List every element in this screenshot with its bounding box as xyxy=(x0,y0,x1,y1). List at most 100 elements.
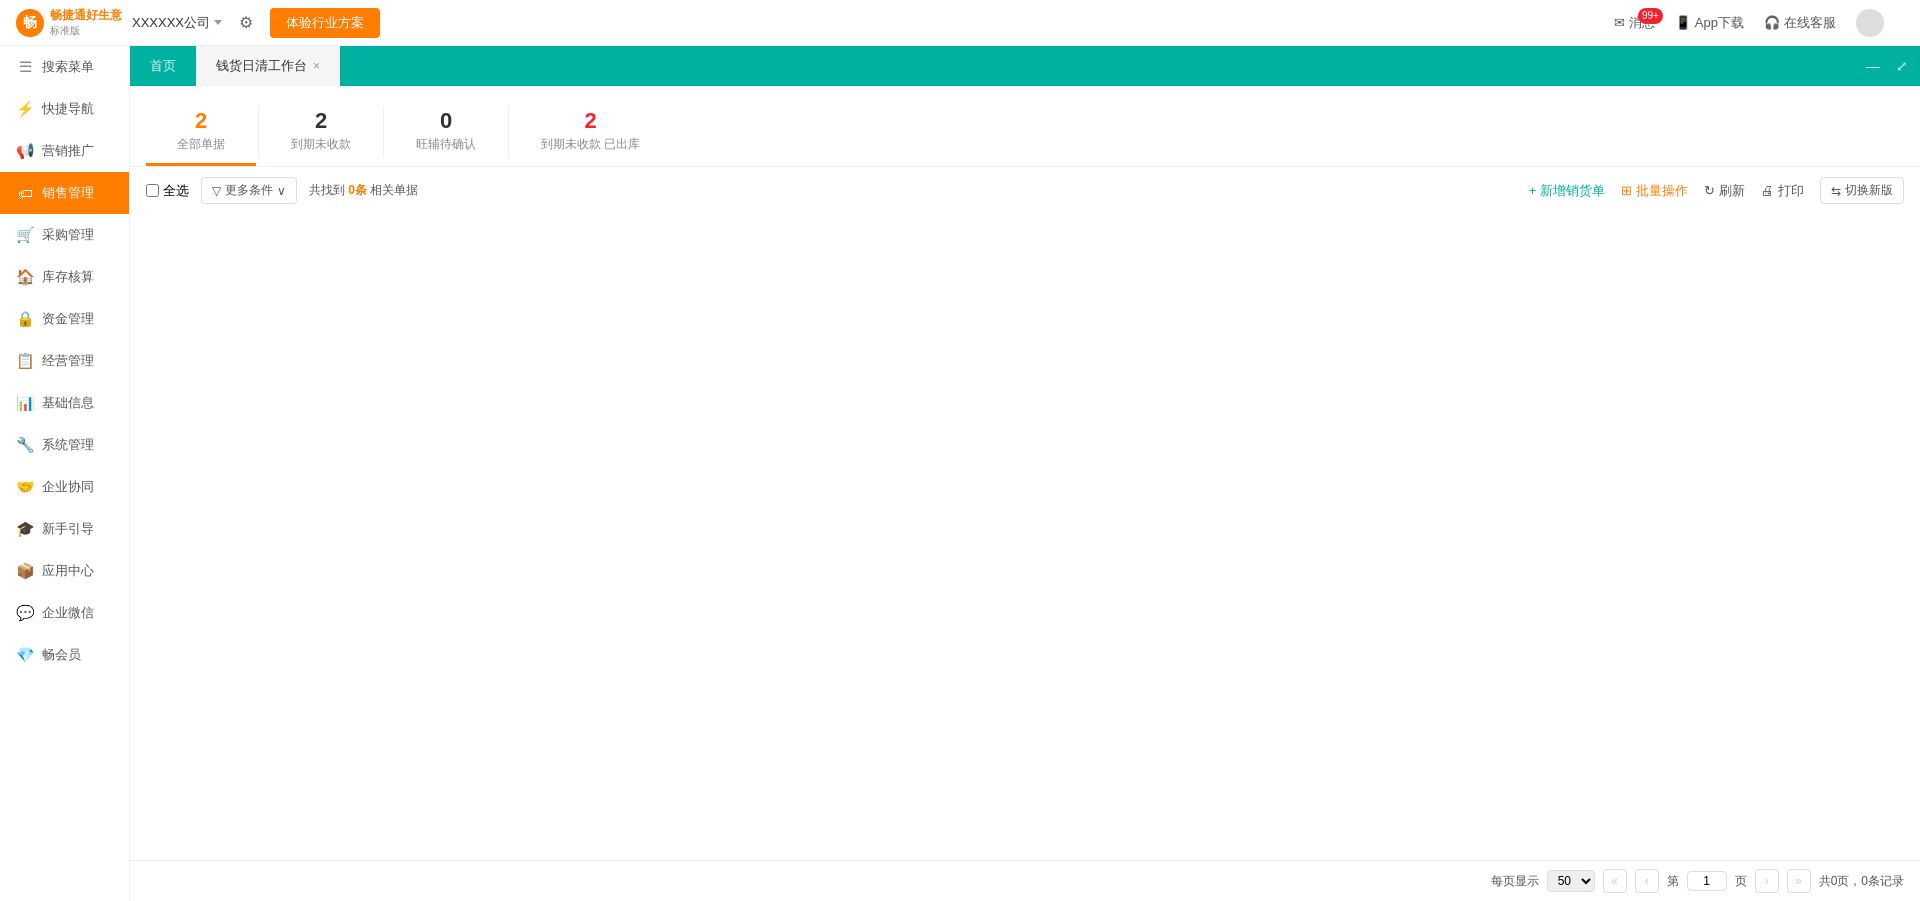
found-text: 共找到 0条 相关单据 xyxy=(309,182,418,199)
stat-divider-1 xyxy=(258,106,259,158)
sidebar-item-fund-mgmt[interactable]: 🔒 资金管理 xyxy=(0,298,129,340)
tab-close-icon[interactable]: × xyxy=(313,59,320,73)
sidebar-label-app-center: 应用中心 xyxy=(42,562,94,580)
stat-divider-2 xyxy=(383,106,384,158)
header-right: ✉ 消息 99+ 📱 App下载 🎧 在线客服 xyxy=(1614,9,1904,37)
stats-tabs: 2 全部单据 2 到期未收款 0 旺辅待确认 2 到期未收款 已出库 xyxy=(130,86,1920,166)
sidebar: ☰ 搜索菜单 ⚡ 快捷导航 📢 营销推广 🏷 销售管理 🛒 采购管理 🏠 库存核… xyxy=(0,46,130,901)
trial-button[interactable]: 体验行业方案 xyxy=(270,8,380,38)
batch-op-icon: ⊞ xyxy=(1621,183,1632,198)
chevron-down-icon xyxy=(214,20,222,25)
top-header: 畅 畅捷通好生意 标准版 XXXXXX公司 ⚙ 体验行业方案 ✉ 消息 99+ … xyxy=(0,0,1920,46)
sidebar-label-member: 畅会员 xyxy=(42,646,81,664)
page-label: 第 xyxy=(1667,873,1679,890)
download-icon: 📱 xyxy=(1675,15,1691,30)
sidebar-item-member[interactable]: 💎 畅会员 xyxy=(0,634,129,676)
tab-home[interactable]: 首页 xyxy=(130,46,196,86)
tab-minimize-button[interactable]: — xyxy=(1862,54,1884,78)
main-layout: ☰ 搜索菜单 ⚡ 快捷导航 📢 营销推广 🏷 销售管理 🛒 采购管理 🏠 库存核… xyxy=(0,46,1920,901)
marketing-icon: 📢 xyxy=(16,142,34,160)
refresh-label: 刷新 xyxy=(1719,182,1745,200)
member-icon: 💎 xyxy=(16,646,34,664)
print-label: 打印 xyxy=(1778,182,1804,200)
message-badge: 99+ xyxy=(1638,8,1663,24)
sidebar-label-quick-nav: 快捷导航 xyxy=(42,100,94,118)
stat-count-overdue-out: 2 xyxy=(585,108,597,134)
sidebar-item-beginner[interactable]: 🎓 新手引导 xyxy=(0,508,129,550)
sys-mgmt-icon: 🔧 xyxy=(16,436,34,454)
sidebar-item-inventory[interactable]: 🏠 库存核算 xyxy=(0,256,129,298)
sidebar-label-inventory: 库存核算 xyxy=(42,268,94,286)
sidebar-item-sys-mgmt[interactable]: 🔧 系统管理 xyxy=(0,424,129,466)
pagination: 每页显示 50 « ‹ 第 页 › » 共0页，0条记录 xyxy=(130,860,1920,901)
per-page-select[interactable]: 50 xyxy=(1547,870,1595,892)
sidebar-item-sales-mgmt[interactable]: 🏷 销售管理 xyxy=(0,172,129,214)
sidebar-item-purchase-mgmt[interactable]: 🛒 采购管理 xyxy=(0,214,129,256)
header-left: 畅 畅捷通好生意 标准版 XXXXXX公司 ⚙ 体验行业方案 xyxy=(16,7,380,38)
sidebar-item-search-menu[interactable]: ☰ 搜索菜单 xyxy=(0,46,129,88)
filter-chevron-icon: ∨ xyxy=(277,184,286,198)
sidebar-label-corp-collab: 企业协同 xyxy=(42,478,94,496)
quick-nav-icon: ⚡ xyxy=(16,100,34,118)
company-selector[interactable]: XXXXXX公司 xyxy=(132,14,222,32)
sidebar-item-corp-collab[interactable]: 🤝 企业协同 xyxy=(0,466,129,508)
logo-icon: 畅 xyxy=(16,9,44,37)
stat-divider-3 xyxy=(508,106,509,158)
select-all-checkbox[interactable]: 全选 xyxy=(146,182,189,200)
stat-count-wangpu: 0 xyxy=(440,108,452,134)
logo-subtitle: 标准版 xyxy=(50,24,122,38)
found-suffix: 相关单据 xyxy=(370,183,418,197)
found-prefix: 共找到 xyxy=(309,183,345,197)
new-btn-label: + 新增销货单 xyxy=(1529,182,1605,200)
stat-count-all: 2 xyxy=(195,108,207,134)
tab-workbench[interactable]: 钱货日清工作台 × xyxy=(196,46,340,86)
next-page-button[interactable]: › xyxy=(1755,869,1779,893)
sidebar-item-app-center[interactable]: 📦 应用中心 xyxy=(0,550,129,592)
company-name: XXXXXX公司 xyxy=(132,14,210,32)
app-center-icon: 📦 xyxy=(16,562,34,580)
service-icon: 🎧 xyxy=(1764,15,1780,30)
sidebar-label-sys-mgmt: 系统管理 xyxy=(42,436,94,454)
settings-button[interactable]: ⚙ xyxy=(232,9,260,37)
tab-expand-button[interactable]: ⤢ xyxy=(1892,54,1912,78)
stat-tab-overdue-out[interactable]: 2 到期未收款 已出库 xyxy=(511,98,670,166)
sidebar-label-search-menu: 搜索菜单 xyxy=(42,58,94,76)
print-button[interactable]: 🖨 打印 xyxy=(1761,182,1804,200)
gear-icon: ⚙ xyxy=(239,13,253,32)
stat-tab-wangpu[interactable]: 0 旺辅待确认 xyxy=(386,98,506,166)
sidebar-label-marketing: 营销推广 xyxy=(42,142,94,160)
sidebar-label-sales-mgmt: 销售管理 xyxy=(42,184,94,202)
sidebar-item-quick-nav[interactable]: ⚡ 快捷导航 xyxy=(0,88,129,130)
beginner-icon: 🎓 xyxy=(16,520,34,538)
online-service-button[interactable]: 🎧 在线客服 xyxy=(1764,14,1836,32)
stat-tab-overdue[interactable]: 2 到期未收款 xyxy=(261,98,381,166)
stat-label-wangpu: 旺辅待确认 xyxy=(416,136,476,153)
fund-mgmt-icon: 🔒 xyxy=(16,310,34,328)
online-service-label: 在线客服 xyxy=(1784,14,1836,32)
sidebar-item-basic-info[interactable]: 📊 基础信息 xyxy=(0,382,129,424)
select-all-input[interactable] xyxy=(146,184,159,197)
current-page-input[interactable] xyxy=(1687,871,1727,891)
stat-tab-all[interactable]: 2 全部单据 xyxy=(146,98,256,166)
switch-version-button[interactable]: ⇆ 切换新版 xyxy=(1820,177,1904,204)
filter-button[interactable]: ▽ 更多条件 ∨ xyxy=(201,177,297,204)
sidebar-item-marketing[interactable]: 📢 营销推广 xyxy=(0,130,129,172)
stat-label-all: 全部单据 xyxy=(177,136,225,153)
app-download-button[interactable]: 📱 App下载 xyxy=(1675,14,1744,32)
sidebar-item-corp-wechat[interactable]: 💬 企业微信 xyxy=(0,592,129,634)
sidebar-item-operations[interactable]: 📋 经营管理 xyxy=(0,340,129,382)
sidebar-label-fund-mgmt: 资金管理 xyxy=(42,310,94,328)
batch-op-button[interactable]: ⊞ 批量操作 xyxy=(1621,182,1688,200)
new-sales-order-button[interactable]: + 新增销货单 xyxy=(1529,182,1605,200)
avatar[interactable] xyxy=(1856,9,1884,37)
total-info: 共0页，0条记录 xyxy=(1819,873,1904,890)
prev-page-button[interactable]: ‹ xyxy=(1635,869,1659,893)
sidebar-label-basic-info: 基础信息 xyxy=(42,394,94,412)
last-page-button[interactable]: » xyxy=(1787,869,1811,893)
page-suffix: 页 xyxy=(1735,873,1747,890)
logo-text: 畅捷通好生意 标准版 xyxy=(50,7,122,38)
sidebar-label-purchase-mgmt: 采购管理 xyxy=(42,226,94,244)
refresh-button[interactable]: ↻ 刷新 xyxy=(1704,182,1745,200)
first-page-button[interactable]: « xyxy=(1603,869,1627,893)
message-button[interactable]: ✉ 消息 99+ xyxy=(1614,14,1655,32)
